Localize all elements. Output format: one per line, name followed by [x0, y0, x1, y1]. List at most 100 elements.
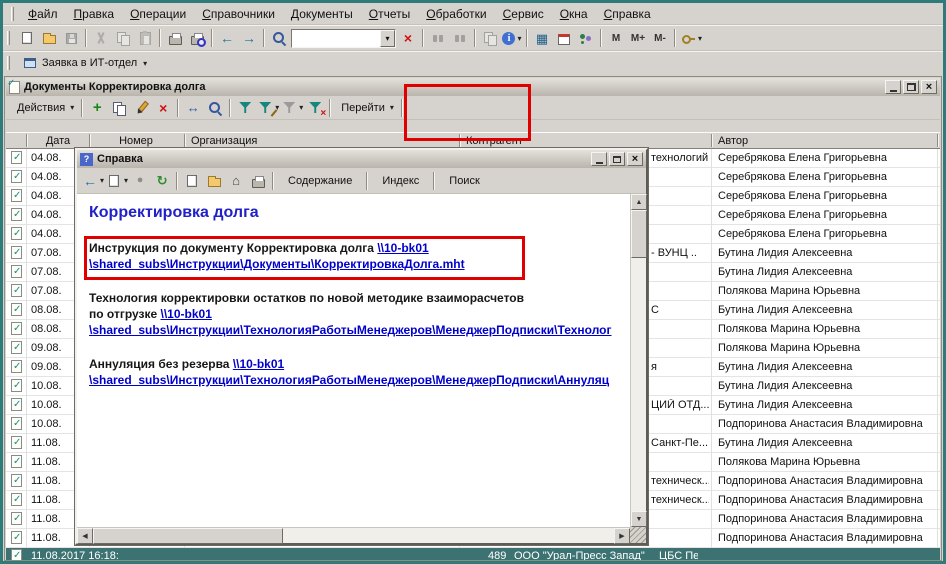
column-resize-handle[interactable] — [459, 134, 460, 147]
new-document-button[interactable] — [16, 27, 38, 49]
menu-service[interactable]: Сервис — [495, 4, 552, 24]
help-link-host[interactable]: \\10-bk01 — [377, 241, 428, 255]
menu-reports[interactable]: Отчеты — [361, 4, 419, 24]
vertical-scroll-thumb[interactable] — [631, 210, 647, 258]
column-header-1[interactable]: Дата — [27, 135, 89, 147]
copy-special-button[interactable] — [479, 27, 501, 49]
menu-file[interactable]: Файл — [20, 4, 66, 24]
save-button[interactable] — [60, 27, 82, 49]
column-header-2[interactable]: Номер — [90, 135, 182, 147]
search-tab-button[interactable]: Поиск — [438, 171, 490, 191]
find-next-button[interactable] — [449, 27, 471, 49]
help-link-path[interactable]: \shared_subs\Инструкции\ТехнологияРаботы… — [89, 373, 609, 387]
back-button[interactable]: ← ▾ — [81, 170, 105, 192]
column-header-3[interactable]: Организация — [185, 135, 457, 147]
scroll-left-button[interactable]: ◀ — [77, 528, 93, 544]
column-resize-handle[interactable] — [184, 134, 185, 147]
it-request-button[interactable]: Заявка в ИТ-отдел ▾ — [16, 53, 153, 73]
undo-button[interactable]: ← — [216, 27, 238, 49]
quick-search-dropdown[interactable]: ▾ — [380, 29, 395, 47]
menu-windows[interactable]: Окна — [552, 4, 596, 24]
help-link-path[interactable]: \shared_subs\Инструкции\Документы\Коррек… — [89, 257, 465, 271]
table-button[interactable]: ▦ — [531, 27, 553, 49]
redo-button[interactable]: → — [238, 27, 260, 49]
close-button[interactable]: × — [921, 80, 937, 94]
edit-button[interactable] — [130, 97, 152, 119]
memory-minus-button[interactable]: M- — [649, 27, 671, 49]
menu-help[interactable]: Справка — [596, 4, 659, 24]
calendar-button[interactable] — [553, 27, 575, 49]
index-tab-button[interactable]: Индекс — [371, 171, 430, 191]
service-options-button[interactable]: ▾ — [679, 27, 703, 49]
minimize-button[interactable] — [885, 80, 901, 94]
stop-button[interactable]: ● — [129, 170, 151, 192]
menu-operations[interactable]: Операции — [122, 4, 194, 24]
help-window-titlebar[interactable]: ? Справка × — [77, 150, 646, 168]
menu-catalogs[interactable]: Справочники — [194, 4, 283, 24]
search-icon-button[interactable] — [268, 27, 290, 49]
filter-history-button[interactable]: ▾ — [280, 97, 304, 119]
add-button[interactable]: + — [86, 97, 108, 119]
menu-edit[interactable]: Правка — [66, 4, 123, 24]
column-resize-handle[interactable] — [26, 134, 27, 147]
info-button[interactable]: i ▾ — [501, 27, 523, 49]
help-close-button[interactable]: × — [627, 152, 643, 166]
scroll-down-button[interactable]: ▼ — [631, 511, 647, 527]
column-resize-handle[interactable] — [89, 134, 90, 147]
help-button[interactable]: ? — [78, 97, 440, 256]
help-minimize-button[interactable] — [591, 152, 607, 166]
bookmarks-button[interactable] — [203, 170, 225, 192]
clear-search-button[interactable]: × — [397, 27, 419, 49]
toolbar-grip[interactable] — [7, 31, 10, 45]
help-link-host[interactable]: \\10-bk01 — [233, 357, 284, 371]
horizontal-scroll-thumb[interactable] — [93, 528, 283, 544]
copy-item-button[interactable] — [108, 97, 130, 119]
column-resize-handle[interactable] — [711, 134, 712, 147]
column-resize-handle[interactable] — [937, 134, 938, 147]
refresh-button[interactable]: ↻ — [151, 170, 173, 192]
toolbar-grip[interactable] — [7, 56, 10, 70]
show-contents-button[interactable] — [181, 170, 203, 192]
scroll-right-button[interactable]: ▶ — [614, 528, 630, 544]
memory-plus-button[interactable]: M+ — [627, 27, 649, 49]
home-button[interactable]: ⌂ — [225, 170, 247, 192]
horizontal-scrollbar[interactable]: ◀ ▶ — [77, 527, 630, 544]
menu-processing[interactable]: Обработки — [418, 4, 494, 24]
print-button[interactable] — [164, 27, 186, 49]
contents-tab-button[interactable]: Содержание — [277, 171, 363, 191]
toolbar-grip[interactable] — [11, 6, 14, 21]
print-help-button[interactable] — [247, 170, 269, 192]
column-header-4[interactable]: Контрагент — [460, 135, 709, 147]
print-preview-button[interactable] — [186, 27, 208, 49]
cut-button[interactable] — [90, 27, 112, 49]
users-button[interactable] — [575, 27, 597, 49]
memory-recall-button[interactable]: M — [605, 27, 627, 49]
help-link-path[interactable]: \shared_subs\Инструкции\ТехнологияРаботы… — [89, 323, 612, 337]
actions-button[interactable]: Действия ▾ — [10, 98, 78, 118]
open-button[interactable] — [38, 27, 60, 49]
resize-grip[interactable] — [630, 527, 646, 543]
restore-button[interactable] — [903, 80, 919, 94]
help-maximize-button[interactable] — [609, 152, 625, 166]
view-button[interactable]: ▾ — [105, 170, 129, 192]
delete-button[interactable]: × — [152, 97, 174, 119]
column-header-5[interactable]: Автор — [712, 135, 938, 147]
menu-documents[interactable]: Документы — [283, 4, 361, 24]
document-posted-icon — [11, 284, 22, 297]
paste-button[interactable] — [134, 27, 156, 49]
quick-search-input[interactable] — [292, 30, 380, 46]
filter-button[interactable] — [234, 97, 256, 119]
find-previous-button[interactable] — [427, 27, 449, 49]
find-in-list-button[interactable] — [204, 97, 226, 119]
vertical-scrollbar[interactable]: ▲ ▼ — [630, 194, 647, 527]
table-row-selected[interactable]: 11.08.2017 16:18: 489 ООО "Урал-Пресс За… — [6, 548, 940, 560]
help-link-host[interactable]: \\10-bk01 — [161, 307, 212, 321]
filter-by-value-button[interactable]: ▾ — [256, 97, 280, 119]
interval-button[interactable]: ↔ — [182, 97, 204, 119]
goto-button[interactable]: Перейти ▾ — [334, 98, 398, 118]
scroll-up-button[interactable]: ▲ — [631, 194, 647, 210]
document-window-icon — [9, 80, 20, 94]
clear-filter-button[interactable]: × — [304, 97, 326, 119]
document-window-titlebar[interactable]: Документы Корректировка долга × — [6, 78, 940, 96]
copy-button[interactable] — [112, 27, 134, 49]
